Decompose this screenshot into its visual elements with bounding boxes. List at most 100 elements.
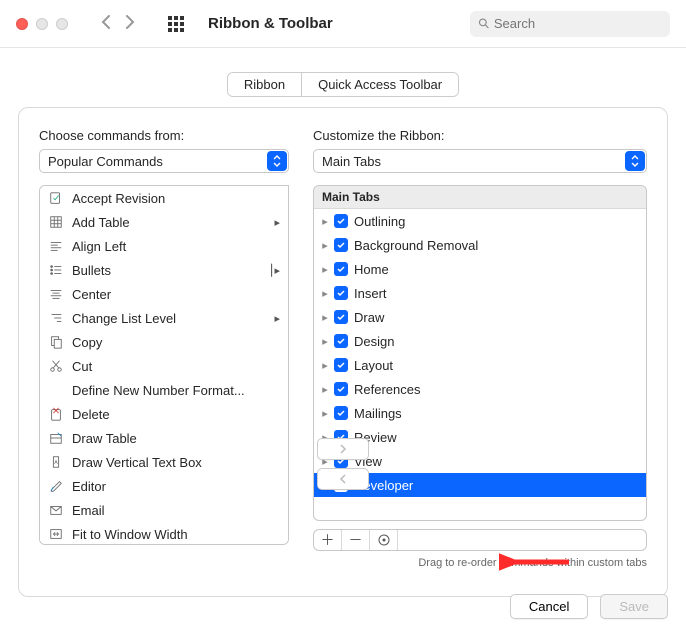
checkbox[interactable] xyxy=(334,382,348,396)
disclosure-triangle-icon[interactable]: ▸ xyxy=(320,215,330,228)
disclosure-triangle-icon[interactable]: ▸ xyxy=(320,383,330,396)
disclosure-triangle-icon[interactable]: ▸ xyxy=(320,335,330,348)
ribbon-tab-item[interactable]: ▸ Draw xyxy=(314,305,646,329)
ribbon-tab-label: Outlining xyxy=(354,214,405,229)
ribbon-tab-item[interactable]: ▸Insert xyxy=(314,281,646,305)
draw-table-icon xyxy=(48,430,64,446)
command-item[interactable]: Define New Number Format... xyxy=(40,378,288,402)
chevron-updown-icon xyxy=(267,151,287,171)
checkbox[interactable] xyxy=(334,214,348,228)
command-item[interactable]: Bullets ⎮▸ xyxy=(40,258,288,282)
command-item[interactable]: Draw Table xyxy=(40,426,288,450)
commands-listbox[interactable]: Accept Revision Add Table▸ Align Left Bulle… xyxy=(39,185,289,545)
save-button[interactable]: Save xyxy=(600,594,668,619)
command-label: Copy xyxy=(72,335,102,350)
command-label: Draw Table xyxy=(72,431,137,446)
disclosure-triangle-icon[interactable]: ▸ xyxy=(320,407,330,420)
command-item[interactable]: Accept Revision xyxy=(40,186,288,210)
submenu-indicator-icon: ▸ xyxy=(274,312,280,325)
command-label: Align Left xyxy=(72,239,126,254)
bullets-icon xyxy=(48,262,64,278)
command-label: Define New Number Format... xyxy=(72,383,245,398)
copy-icon xyxy=(48,334,64,350)
ribbon-tab-item[interactable]: ▸Home xyxy=(314,257,646,281)
command-item[interactable]: Editor xyxy=(40,474,288,498)
zoom-window-button[interactable] xyxy=(56,18,68,30)
command-item[interactable]: Email xyxy=(40,498,288,522)
ribbon-tab-label: Design xyxy=(354,334,394,349)
customize-ribbon-label: Customize the Ribbon: xyxy=(313,128,647,143)
blank-icon xyxy=(48,382,64,398)
command-item[interactable]: Fit to Window Width xyxy=(40,522,288,545)
choose-commands-label: Choose commands from: xyxy=(39,128,289,143)
command-item[interactable]: Delete xyxy=(40,402,288,426)
checkbox[interactable] xyxy=(334,334,348,348)
choose-commands-select[interactable]: Popular Commands xyxy=(39,149,289,173)
ribbon-tab-label: Draw xyxy=(354,310,384,325)
checkbox[interactable] xyxy=(334,406,348,420)
search-field[interactable] xyxy=(470,11,670,37)
command-item[interactable]: Cut xyxy=(40,354,288,378)
checkbox[interactable] xyxy=(334,310,348,324)
command-item[interactable]: Align Left xyxy=(40,234,288,258)
minimize-window-button[interactable] xyxy=(36,18,48,30)
cancel-button[interactable]: Cancel xyxy=(510,594,588,619)
command-label: Draw Vertical Text Box xyxy=(72,455,202,470)
gear-icon xyxy=(377,533,391,547)
command-item[interactable]: Center xyxy=(40,282,288,306)
window-title: Ribbon & Toolbar xyxy=(208,15,333,32)
draw-vertical-text-box-icon: A xyxy=(48,454,64,470)
svg-text:A: A xyxy=(54,460,58,466)
search-input[interactable] xyxy=(494,16,662,31)
align-left-icon xyxy=(48,238,64,254)
back-button[interactable] xyxy=(100,13,112,34)
ribbon-tab-item[interactable]: ▸ Layout xyxy=(314,353,646,377)
remove-button[interactable]: － xyxy=(342,530,370,550)
add-button[interactable]: ＋ xyxy=(314,530,342,550)
command-item[interactable]: A Draw Vertical Text Box xyxy=(40,450,288,474)
all-prefs-grid-icon[interactable] xyxy=(168,16,184,32)
chevron-updown-icon xyxy=(625,151,645,171)
checkbox[interactable] xyxy=(334,286,348,300)
disclosure-triangle-icon[interactable]: ▸ xyxy=(320,359,330,372)
ribbon-tab-item[interactable]: ▸ Outlining xyxy=(314,209,646,233)
ribbon-tab-item[interactable]: ▸ Mailings xyxy=(314,401,646,425)
command-label: Accept Revision xyxy=(72,191,165,206)
options-button[interactable] xyxy=(370,530,398,550)
disclosure-triangle-icon[interactable]: ▸ xyxy=(320,239,330,252)
checkbox[interactable] xyxy=(334,238,348,252)
disclosure-triangle-icon[interactable]: ▸ xyxy=(320,287,330,300)
command-item[interactable]: Add Table▸ xyxy=(40,210,288,234)
command-item[interactable]: Copy xyxy=(40,330,288,354)
group-header: Main Tabs xyxy=(314,186,646,209)
add-to-ribbon-button[interactable] xyxy=(317,438,369,460)
search-icon xyxy=(478,17,490,30)
editor-icon xyxy=(48,478,64,494)
close-window-button[interactable] xyxy=(16,18,28,30)
split-indicator-icon: ⎮▸ xyxy=(269,264,280,277)
checkbox[interactable] xyxy=(334,262,348,276)
tab-switcher: Ribbon Quick Access Toolbar xyxy=(227,72,459,97)
command-label: Editor xyxy=(72,479,106,494)
disclosure-triangle-icon[interactable]: ▸ xyxy=(320,263,330,276)
ribbon-tab-label: Layout xyxy=(354,358,393,373)
disclosure-triangle-icon[interactable]: ▸ xyxy=(320,311,330,324)
ribbon-tab-item[interactable]: ▸ Design xyxy=(314,329,646,353)
ribbon-tab-item[interactable]: ▸References xyxy=(314,377,646,401)
customize-ribbon-select[interactable]: Main Tabs xyxy=(313,149,647,173)
checkbox[interactable] xyxy=(334,358,348,372)
center-icon xyxy=(48,286,64,302)
command-label: Bullets xyxy=(72,263,111,278)
chevron-left-icon xyxy=(338,474,348,484)
ribbon-tab-item[interactable]: ▸ Background Removal xyxy=(314,233,646,257)
tab-quick-access-toolbar[interactable]: Quick Access Toolbar xyxy=(301,73,458,96)
command-item[interactable]: Change List Level▸ xyxy=(40,306,288,330)
tab-ribbon[interactable]: Ribbon xyxy=(228,73,301,96)
remove-from-ribbon-button[interactable] xyxy=(317,468,369,490)
command-label: Fit to Window Width xyxy=(72,527,188,542)
ribbon-tab-label: Mailings xyxy=(354,406,402,421)
command-label: Email xyxy=(72,503,105,518)
forward-button[interactable] xyxy=(124,13,136,34)
email-icon xyxy=(48,502,64,518)
ribbon-tab-label: Background Removal xyxy=(354,238,478,253)
